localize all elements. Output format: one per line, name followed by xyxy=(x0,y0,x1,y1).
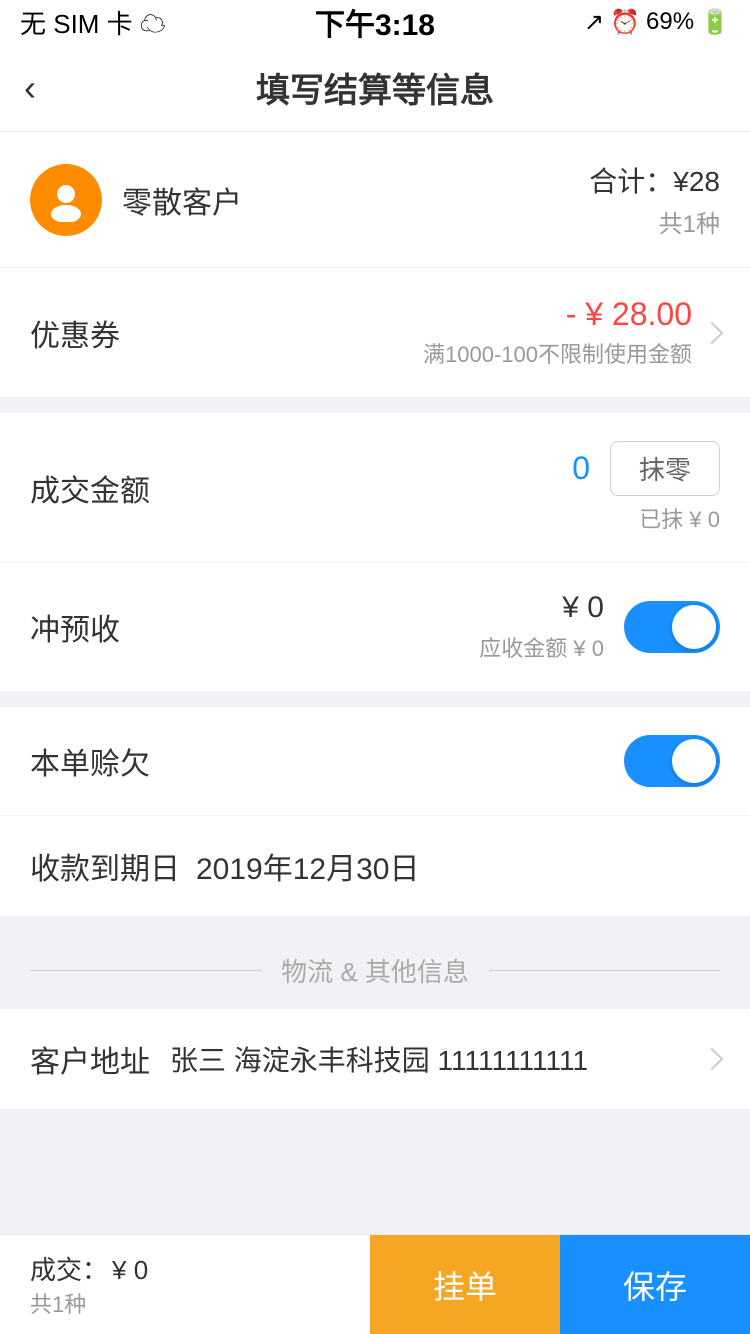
back-button[interactable]: ‹ xyxy=(24,67,36,109)
debt-toggle[interactable] xyxy=(624,735,720,787)
bottom-deal-label: 成交： xyxy=(30,1250,108,1287)
deal-section: 成交金额 0 抹零 已抹 ¥ 0 冲预收 ¥ 0 应收金额 ¥ 0 xyxy=(0,413,750,691)
status-bar: 无 SIM 卡 ☁ 下午3:18 ↗ ⏰ 69% 🔋 xyxy=(0,0,750,44)
customer-total: 合计：¥28 xyxy=(589,160,720,200)
customer-row: 零散客户 合计：¥28 共1种 xyxy=(0,132,750,267)
logistics-label: 物流 & 其他信息 xyxy=(281,952,469,989)
address-section: 客户地址 张三 海淀永丰科技园 11111111111 xyxy=(0,1009,750,1109)
customer-summary: 合计：¥28 共1种 xyxy=(589,160,720,239)
bottom-deal-row: 成交： ¥ 0 xyxy=(30,1250,340,1287)
deal-row: 成交金额 0 抹零 已抹 ¥ 0 xyxy=(0,413,750,563)
chevron-right-icon xyxy=(701,321,724,344)
customer-section: 零散客户 合计：¥28 共1种 优惠券 - ¥ 28.00 满1000-100不… xyxy=(0,132,750,397)
round-button[interactable]: 抹零 xyxy=(610,441,720,496)
address-chevron-icon xyxy=(701,1048,724,1071)
customer-count: 共1种 xyxy=(589,204,720,239)
address-row[interactable]: 客户地址 张三 海淀永丰科技园 11111111111 xyxy=(0,1009,750,1109)
pre-receipt-amounts: ¥ 0 应收金额 ¥ 0 xyxy=(479,591,604,663)
location-icon: ↗ xyxy=(584,8,604,37)
bottom-deal-amount: ¥ 0 xyxy=(112,1255,148,1286)
coupon-right: - ¥ 28.00 满1000-100不限制使用金额 xyxy=(423,296,720,369)
pre-receipt-amount: ¥ 0 xyxy=(562,591,604,625)
no-sim-text: 无 SIM 卡 ☁ xyxy=(20,4,166,41)
divider-line-right xyxy=(489,970,720,971)
deal-sub-text: 已抹 ¥ 0 xyxy=(572,502,720,534)
hang-order-button[interactable]: 挂单 xyxy=(370,1235,560,1334)
pre-receipt-row: 冲预收 ¥ 0 应收金额 ¥ 0 xyxy=(0,563,750,691)
alarm-icon: ⏰ xyxy=(610,8,640,37)
customer-name: 零散客户 xyxy=(122,178,242,222)
customer-info-left: 零散客户 xyxy=(30,164,242,236)
status-bar-left: 无 SIM 卡 ☁ xyxy=(20,4,166,41)
due-date-label: 收款到期日 xyxy=(30,844,180,888)
save-button[interactable]: 保存 xyxy=(560,1235,750,1334)
address-label: 客户地址 xyxy=(30,1037,150,1081)
pre-receipt-label: 冲预收 xyxy=(30,605,120,649)
bottom-deal-info: 成交： ¥ 0 共1种 xyxy=(0,1235,370,1334)
logistics-divider: 物流 & 其他信息 xyxy=(0,932,750,1009)
battery-icon: 🔋 xyxy=(700,8,730,37)
coupon-row[interactable]: 优惠券 - ¥ 28.00 满1000-100不限制使用金额 xyxy=(0,267,750,397)
avatar-icon xyxy=(44,178,88,222)
deal-right: 0 抹零 已抹 ¥ 0 xyxy=(572,441,720,534)
bottom-bar: 成交： ¥ 0 共1种 挂单 保存 xyxy=(0,1234,750,1334)
deal-amount-row: 0 抹零 xyxy=(572,441,720,496)
pre-receipt-toggle[interactable] xyxy=(624,601,720,653)
status-bar-time: 下午3:18 xyxy=(315,0,435,44)
toggle-knob xyxy=(672,605,716,649)
due-date-row[interactable]: 收款到期日 2019年12月30日 xyxy=(0,815,750,916)
coupon-amount: - ¥ 28.00 xyxy=(423,296,692,333)
pre-receipt-sub: 应收金额 ¥ 0 xyxy=(479,631,604,663)
debt-toggle-knob xyxy=(672,739,716,783)
nav-bar: ‹ 填写结算等信息 xyxy=(0,44,750,132)
address-value: 张三 海淀永丰科技园 11111111111 xyxy=(150,1039,704,1079)
page-title: 填写结算等信息 xyxy=(256,63,494,112)
due-date-value: 2019年12月30日 xyxy=(196,844,419,888)
bottom-count: 共1种 xyxy=(30,1287,340,1319)
status-bar-right: ↗ ⏰ 69% 🔋 xyxy=(584,8,730,37)
coupon-desc: 满1000-100不限制使用金额 xyxy=(423,337,692,369)
battery-text: 69% xyxy=(646,8,694,36)
coupon-info: - ¥ 28.00 满1000-100不限制使用金额 xyxy=(423,296,692,369)
deal-label: 成交金额 xyxy=(30,466,150,510)
deal-amount-value: 0 xyxy=(572,450,590,487)
divider-line-left xyxy=(30,970,261,971)
debt-section: 本单赊欠 收款到期日 2019年12月30日 xyxy=(0,707,750,916)
coupon-label: 优惠券 xyxy=(30,311,120,355)
avatar xyxy=(30,164,102,236)
debt-label: 本单赊欠 xyxy=(30,739,150,783)
debt-row: 本单赊欠 xyxy=(0,707,750,815)
pre-receipt-right: ¥ 0 应收金额 ¥ 0 xyxy=(479,591,720,663)
